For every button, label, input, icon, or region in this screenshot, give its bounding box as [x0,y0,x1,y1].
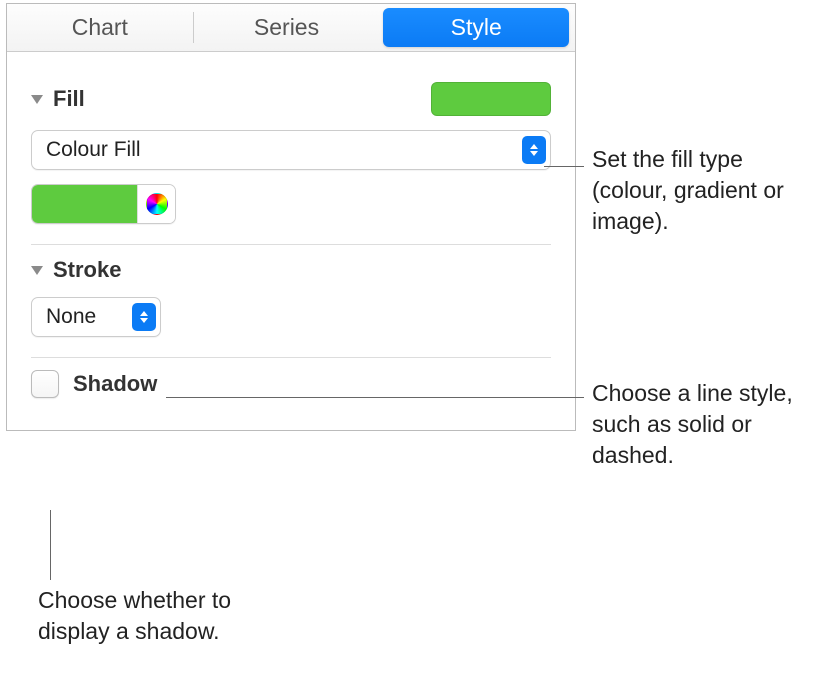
popup-indicator-icon [132,303,156,331]
shadow-checkbox[interactable] [31,370,59,398]
stroke-title: Stroke [53,257,121,283]
format-tabs: Chart Series Style [7,4,575,52]
shadow-section: Shadow [31,357,551,406]
callout-line [544,166,584,167]
callout-line [166,397,584,398]
callout-shadow: Choose whether to display a shadow. [38,585,298,647]
fill-color-well [31,184,176,224]
color-wheel-icon [146,193,168,215]
callout-stroke: Choose a line style, such as solid or da… [592,378,822,471]
fill-section-header: Fill [31,82,551,116]
fill-section: Fill Colour Fill [31,70,551,244]
fill-disclosure-icon[interactable] [31,95,43,104]
tab-chart[interactable]: Chart [7,4,193,51]
shadow-title: Shadow [73,371,157,397]
fill-title: Fill [53,86,85,112]
callout-fill: Set the fill type (colour, gradient or i… [592,144,822,237]
tab-series[interactable]: Series [194,4,380,51]
popup-indicator-icon [522,136,546,164]
tab-style[interactable]: Style [383,8,569,47]
stroke-style-popup[interactable]: None [31,297,161,337]
fill-color-well-swatch[interactable] [32,185,137,223]
stroke-disclosure-icon[interactable] [31,266,43,275]
fill-color-picker-button[interactable] [137,185,175,223]
callout-line [50,510,51,580]
format-inspector-panel: Chart Series Style Fill Colour Fill [6,3,576,431]
fill-color-swatch[interactable] [431,82,551,116]
stroke-section: Stroke None [31,244,551,357]
panel-body: Fill Colour Fill [7,52,575,430]
fill-type-popup[interactable]: Colour Fill [31,130,551,170]
fill-type-value: Colour Fill [46,138,141,162]
stroke-style-value: None [46,305,96,329]
